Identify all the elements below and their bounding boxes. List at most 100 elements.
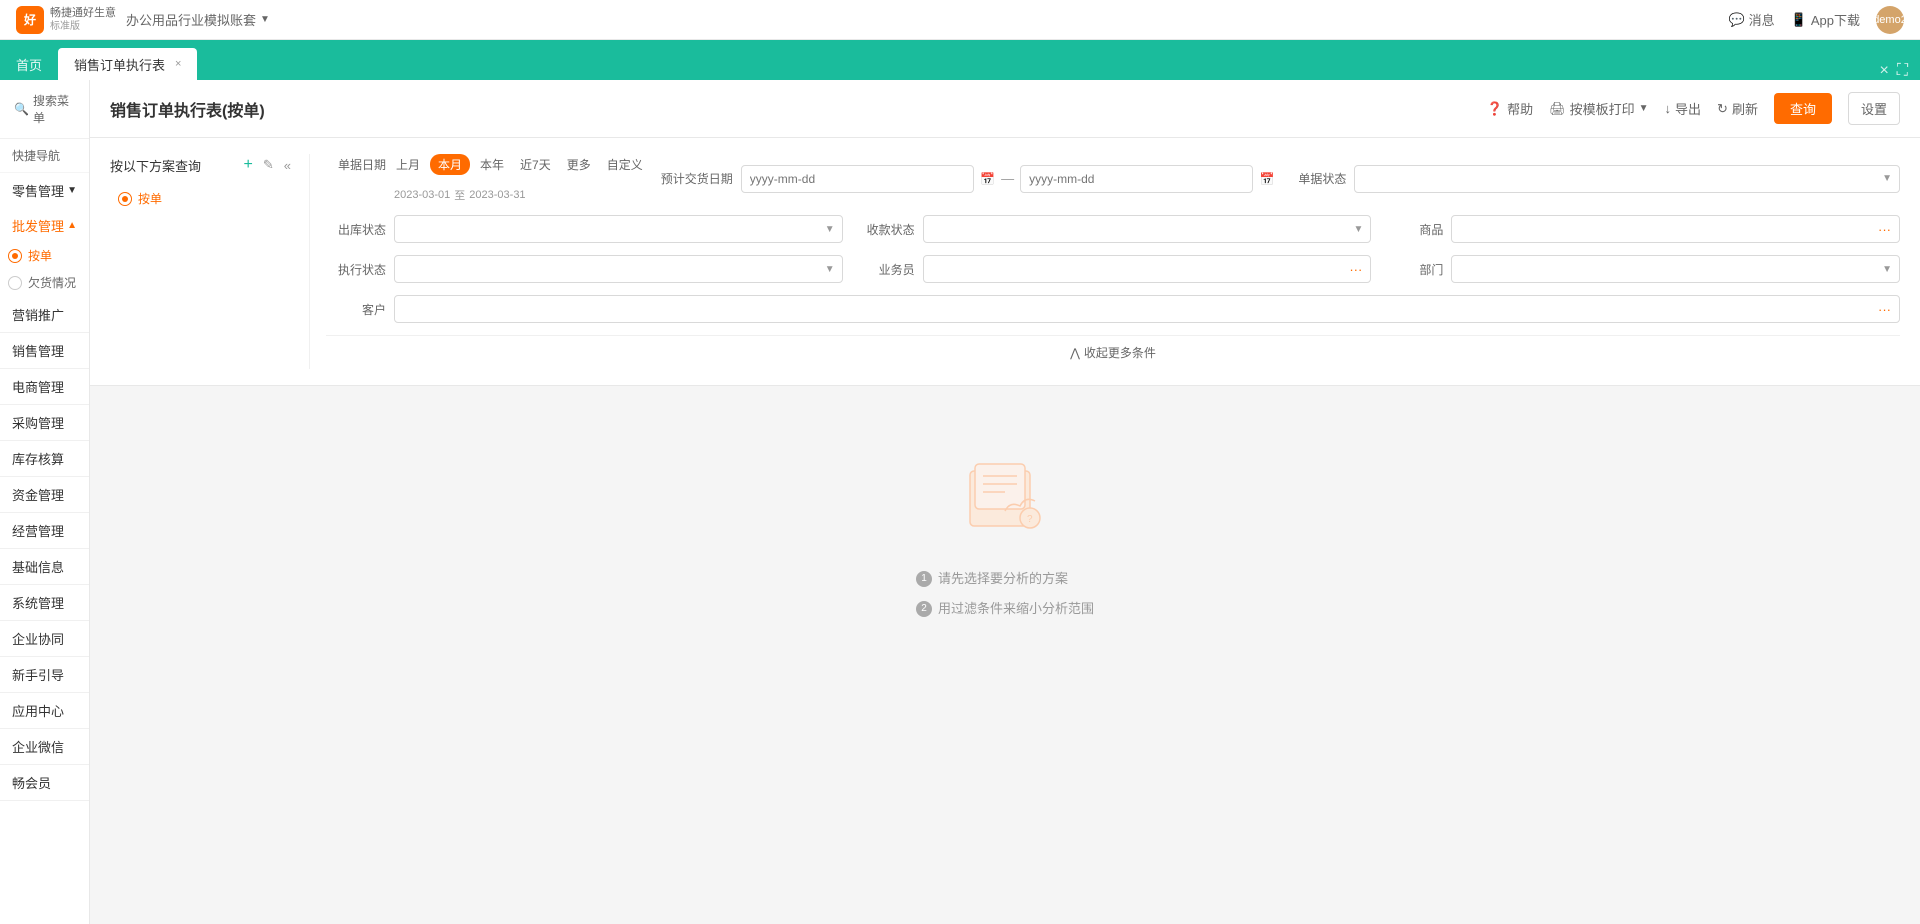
sidebar-item-new-guide[interactable]: 新手引导 [0, 657, 89, 693]
collapse-filter-button[interactable]: ⋀ 收起更多条件 [1070, 344, 1156, 361]
sidebar-item-retail[interactable]: 零售管理 ▼ [0, 173, 89, 208]
hint-item-1: 1 请先选择要分析的方案 [916, 566, 1094, 592]
sidebar-item-system[interactable]: 系统管理 [0, 585, 89, 621]
logo-box: 好 畅捷通好生意 标准版 [16, 6, 116, 34]
goods-select-button[interactable]: ··· [1878, 222, 1891, 237]
window-expand-button[interactable]: ⛶ [1897, 62, 1908, 80]
calendar-icon-2: 📅 [1259, 172, 1274, 186]
search-icon: 🔍 [14, 102, 29, 116]
filter-scheme-title: 按以下方案查询 + ✎ « [110, 154, 293, 176]
app-selector-button[interactable]: 办公用品行业模拟账套 ▼ [126, 10, 270, 29]
sidebar-item-marketing[interactable]: 营销推广 [0, 297, 89, 333]
customer-select-button[interactable]: ··· [1878, 302, 1891, 317]
sidebar-item-enterprise[interactable]: 企业协同 [0, 621, 89, 657]
hint-item-2: 2 用过滤条件来缩小分析范围 [916, 596, 1094, 622]
filter-goods-field: 商品 ··· [1383, 215, 1900, 243]
collapse-bar: ⋀ 收起更多条件 [326, 335, 1900, 369]
scheme-item-按单[interactable]: 按单 [110, 186, 293, 211]
out-status-select-wrap: ▼ [394, 215, 843, 243]
predicted-date-to-input[interactable] [1020, 165, 1253, 193]
collapse-icon: ⋀ [1070, 346, 1080, 360]
query-button[interactable]: 查询 [1774, 93, 1832, 124]
sidebar-item-app-center[interactable]: 应用中心 [0, 693, 89, 729]
sidebar-item-inventory[interactable]: 库存核算 [0, 441, 89, 477]
logo-icon: 好 [16, 6, 44, 34]
sidebar-item-sales[interactable]: 销售管理 [0, 333, 89, 369]
chevron-up-icon: ▲ [67, 220, 77, 231]
empty-hint: 1 请先选择要分析的方案 2 用过滤条件来缩小分析范围 [916, 566, 1094, 626]
sidebar-item-purchase[interactable]: 采购管理 [0, 405, 89, 441]
sidebar-item-basic-info[interactable]: 基础信息 [0, 549, 89, 585]
date-tab-custom[interactable]: 自定义 [601, 154, 649, 175]
sidebar-item-quick-nav[interactable]: 快捷导航 [0, 139, 89, 173]
predicted-date-from-input[interactable] [741, 165, 974, 193]
sub-item-icon [8, 276, 22, 290]
tab-actions: × ⛶ [1879, 62, 1920, 80]
chevron-down-icon: ▼ [260, 14, 270, 25]
empty-illustration: ? [955, 446, 1055, 546]
empty-state: ? 1 请先选择要分析的方案 2 用过滤条件来缩小分析范围 [90, 386, 1920, 686]
svg-text:?: ? [1027, 514, 1033, 525]
sub-item-icon [8, 249, 22, 263]
sidebar-item-member[interactable]: 畅会员 [0, 765, 89, 801]
sidebar-sub-item-欠货情况[interactable]: 欠货情况 [0, 270, 89, 295]
print-button[interactable]: 🖨 按模板打印 ▼ [1549, 99, 1648, 118]
filter-panel: 按以下方案查询 + ✎ « 按单 [90, 138, 1920, 386]
filter-scheme-panel: 按以下方案查询 + ✎ « 按单 [110, 154, 310, 369]
app-download-button[interactable]: 📱 App下载 [1791, 10, 1860, 29]
calendar-icon: 📅 [980, 172, 995, 186]
sidebar-item-wechat[interactable]: 企业微信 [0, 729, 89, 765]
dept-select-wrap: ▼ [1451, 255, 1900, 283]
collect-status-select[interactable] [923, 215, 1372, 243]
edit-scheme-button[interactable]: ✎ [261, 155, 276, 175]
sidebar-item-wholesale[interactable]: 批发管理 ▲ [0, 208, 89, 243]
filter-scheme-actions: + ✎ « [242, 154, 293, 176]
filter-panel-inner: 按以下方案查询 + ✎ « 按单 [110, 154, 1900, 369]
window-close-button[interactable]: × [1879, 62, 1888, 80]
help-button[interactable]: ❓ 帮助 [1487, 99, 1533, 118]
page-header: 销售订单执行表(按单) ❓ 帮助 🖨 按模板打印 ▼ ↓ 导出 ↻ 刷新 [90, 80, 1920, 138]
topbar-right: 💬 消息 📱 App下载 demo2 [1728, 6, 1904, 34]
sidebar-search-section: 🔍 搜索菜单 [0, 80, 89, 139]
sidebar-sub-item-按单[interactable]: 按单 [0, 243, 89, 268]
collapse-left-button[interactable]: « [282, 156, 293, 175]
sidebar-item-finance[interactable]: 资金管理 [0, 477, 89, 513]
help-icon: ❓ [1487, 101, 1503, 117]
sidebar: 🔍 搜索菜单 快捷导航 零售管理 ▼ 批发管理 ▲ 按单 欠货情况 [0, 80, 90, 924]
goods-input-wrap: ··· [1451, 215, 1900, 243]
date-tab-7days[interactable]: 近7天 [514, 154, 557, 175]
filter-out-status-field: 出库状态 ▼ [326, 215, 843, 243]
logo-text: 畅捷通好生意 标准版 [50, 6, 116, 33]
status-select[interactable] [1354, 165, 1900, 193]
date-tab-this-year[interactable]: 本年 [474, 154, 510, 175]
date-tab-last-month[interactable]: 上月 [390, 154, 426, 175]
sales-rep-input-wrap: ··· [923, 255, 1372, 283]
dept-select[interactable] [1451, 255, 1900, 283]
date-range-input: 📅 — 📅 [741, 165, 1275, 193]
date-tab-more[interactable]: 更多 [561, 154, 597, 175]
export-button[interactable]: ↓ 导出 [1665, 99, 1702, 118]
sidebar-item-ecommerce[interactable]: 电商管理 [0, 369, 89, 405]
sales-rep-select-button[interactable]: ··· [1349, 262, 1362, 277]
date-tabs: 单据日期 上月 本月 本年 近7天 更多 自定义 [326, 154, 649, 175]
message-button[interactable]: 💬 消息 [1728, 10, 1774, 29]
tab-home[interactable]: 首页 [0, 48, 58, 80]
tab-close-icon[interactable]: × [175, 58, 181, 70]
exec-status-select-wrap: ▼ [394, 255, 843, 283]
tab-sales-order[interactable]: 销售订单执行表 × [58, 48, 197, 80]
date-tab-this-month[interactable]: 本月 [430, 154, 470, 175]
filter-status-field: 单据状态 ▼ [1286, 165, 1900, 193]
sidebar-item-operations[interactable]: 经营管理 [0, 513, 89, 549]
download-icon: 📱 [1791, 12, 1807, 28]
refresh-button[interactable]: ↻ 刷新 [1717, 99, 1758, 118]
user-profile[interactable]: demo2 [1876, 6, 1904, 34]
settings-button[interactable]: 设置 [1848, 92, 1900, 125]
filter-date-field: 单据日期 上月 本月 本年 近7天 更多 自定义 2023-03-01 至 [326, 154, 649, 203]
out-status-select[interactable] [394, 215, 843, 243]
add-scheme-button[interactable]: + [242, 154, 255, 176]
exec-status-select[interactable] [394, 255, 843, 283]
filter-fields-panel: 单据日期 上月 本月 本年 近7天 更多 自定义 2023-03-01 至 [310, 154, 1900, 369]
topbar-left: 好 畅捷通好生意 标准版 办公用品行业模拟账套 ▼ [16, 6, 270, 34]
filter-row-1: 单据日期 上月 本月 本年 近7天 更多 自定义 2023-03-01 至 [326, 154, 1900, 203]
search-menu-button[interactable]: 🔍 搜索菜单 [8, 88, 81, 130]
